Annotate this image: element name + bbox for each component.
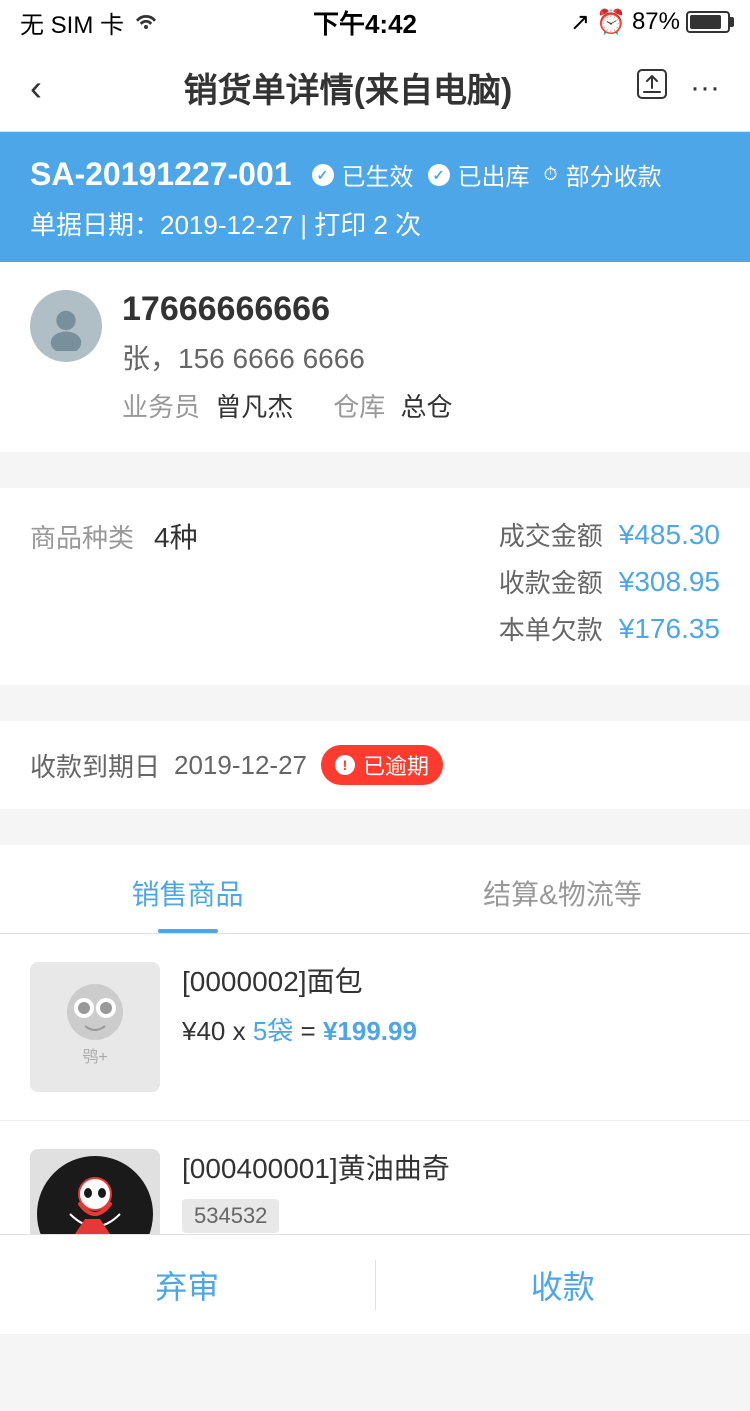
deal-value: ¥485.30: [619, 519, 720, 551]
overdue-icon: !: [335, 755, 355, 775]
order-banner: SA-20191227-001 已生效 已出库 部分收款 单据日期：2019-1…: [0, 132, 750, 262]
stats-left: 商品种类 4种: [30, 516, 198, 556]
staff-label: 业务员: [122, 392, 200, 422]
customer-phone: 张，156 6666 6666: [122, 337, 720, 377]
order-id: SA-20191227-001: [30, 156, 292, 193]
avatar: [30, 290, 102, 362]
warehouse-info: 仓库 总仓: [333, 387, 452, 424]
alarm-icon: ⏰: [596, 8, 626, 37]
stats-row: 商品种类 4种 成交金额 ¥485.30 收款金额 ¥308.95 本单欠款 ¥…: [30, 516, 720, 657]
cancel-review-button[interactable]: 弃审: [0, 1242, 375, 1328]
bottom-bar: 弃审 收款: [0, 1234, 750, 1334]
due-section: 收款到期日 2019-12-27 ! 已逾期: [0, 721, 750, 809]
sim-label: 无 SIM 卡: [20, 5, 124, 40]
product-name: [0000002]面包: [182, 962, 720, 1001]
due-label: 收款到期日: [30, 747, 160, 784]
separator: [0, 452, 750, 470]
banner-date-row: 单据日期：2019-12-27 | 打印 2 次: [30, 205, 720, 242]
warehouse-value: 总仓: [401, 392, 453, 422]
product-image: 鸮+: [30, 962, 160, 1092]
customer-id: 17666666666: [122, 290, 720, 329]
battery-text: 87%: [632, 8, 680, 36]
status-partial: 部分收款: [544, 157, 662, 192]
price-total: ¥199.99: [323, 1016, 417, 1046]
status-shipped: 已出库: [428, 157, 530, 192]
customer-info: 17666666666 张，156 6666 6666 业务员 曾凡杰 仓库 总…: [122, 290, 720, 424]
list-item: 鸮+ [0000002]面包 ¥40 x 5袋 = ¥199.99: [0, 934, 750, 1121]
receive-value: ¥308.95: [619, 566, 720, 598]
staff-value: 曾凡杰: [215, 392, 293, 422]
location-icon: ↗: [570, 8, 590, 37]
debt-amount-row: 本单欠款 ¥176.35: [499, 610, 720, 647]
customer-meta: 业务员 曾凡杰 仓库 总仓: [122, 387, 720, 424]
tab-products[interactable]: 销售商品: [0, 845, 375, 933]
price-qty: 5袋: [253, 1016, 293, 1046]
overdue-badge: ! 已逾期: [321, 745, 443, 785]
nav-actions: ···: [634, 66, 720, 110]
status-bar: 无 SIM 卡 下午4:42 ↗ ⏰ 87%: [0, 0, 750, 44]
due-date: 2019-12-27: [174, 750, 307, 781]
debt-label: 本单欠款: [499, 610, 603, 647]
product-types: 商品种类 4种: [30, 516, 198, 556]
battery-icon: [686, 11, 730, 33]
warehouse-label: 仓库: [333, 392, 385, 422]
nav-bar: ‹ 销货单详情(来自电脑) ···: [0, 44, 750, 132]
product-price: ¥40 x 5袋 = ¥199.99: [182, 1011, 720, 1048]
receive-label: 收款金额: [499, 563, 603, 600]
print-info: | 打印 2 次: [293, 210, 421, 240]
status-tags: 已生效 已出库 部分收款: [312, 157, 662, 192]
receive-amount-row: 收款金额 ¥308.95: [499, 563, 720, 600]
separator3: [0, 809, 750, 827]
product-details: [0000002]面包 ¥40 x 5袋 = ¥199.99: [182, 962, 720, 1048]
status-time: 下午4:42: [313, 4, 417, 41]
status-right: ↗ ⏰ 87%: [570, 8, 730, 37]
types-value: 4种: [154, 516, 198, 556]
debt-value: ¥176.35: [619, 613, 720, 645]
deal-amount-row: 成交金额 ¥485.30: [499, 516, 720, 553]
status-effective: 已生效: [312, 157, 414, 192]
separator2: [0, 685, 750, 703]
staff-info: 业务员 曾凡杰: [122, 387, 293, 424]
tab-settlement[interactable]: 结算&物流等: [375, 845, 750, 933]
price-text: ¥40 x: [182, 1016, 253, 1046]
more-button[interactable]: ···: [690, 71, 720, 105]
overdue-text: 已逾期: [363, 749, 429, 781]
share-button[interactable]: [634, 66, 670, 110]
collect-button[interactable]: 收款: [376, 1242, 750, 1328]
product-sku: 534532: [182, 1199, 279, 1233]
types-label: 商品种类: [30, 518, 134, 555]
customer-section: 17666666666 张，156 6666 6666 业务员 曾凡杰 仓库 总…: [0, 262, 750, 452]
svg-text:鸮+: 鸮+: [82, 1048, 107, 1066]
price-equals: =: [293, 1016, 323, 1046]
page-title: 销货单详情(来自电脑): [62, 63, 634, 112]
date-label: 单据日期：: [30, 210, 160, 240]
status-left: 无 SIM 卡: [20, 5, 160, 40]
back-button[interactable]: ‹: [30, 70, 42, 106]
date-value: 2019-12-27: [160, 210, 293, 240]
banner-row-status: SA-20191227-001 已生效 已出库 部分收款: [30, 156, 720, 193]
stats-right: 成交金额 ¥485.30 收款金额 ¥308.95 本单欠款 ¥176.35: [499, 516, 720, 657]
wifi-icon: [132, 8, 160, 36]
product-name-2: [000400001]黄油曲奇: [182, 1149, 720, 1188]
tabs-section: 销售商品 结算&物流等: [0, 845, 750, 934]
deal-label: 成交金额: [499, 516, 603, 553]
stats-section: 商品种类 4种 成交金额 ¥485.30 收款金额 ¥308.95 本单欠款 ¥…: [0, 488, 750, 685]
